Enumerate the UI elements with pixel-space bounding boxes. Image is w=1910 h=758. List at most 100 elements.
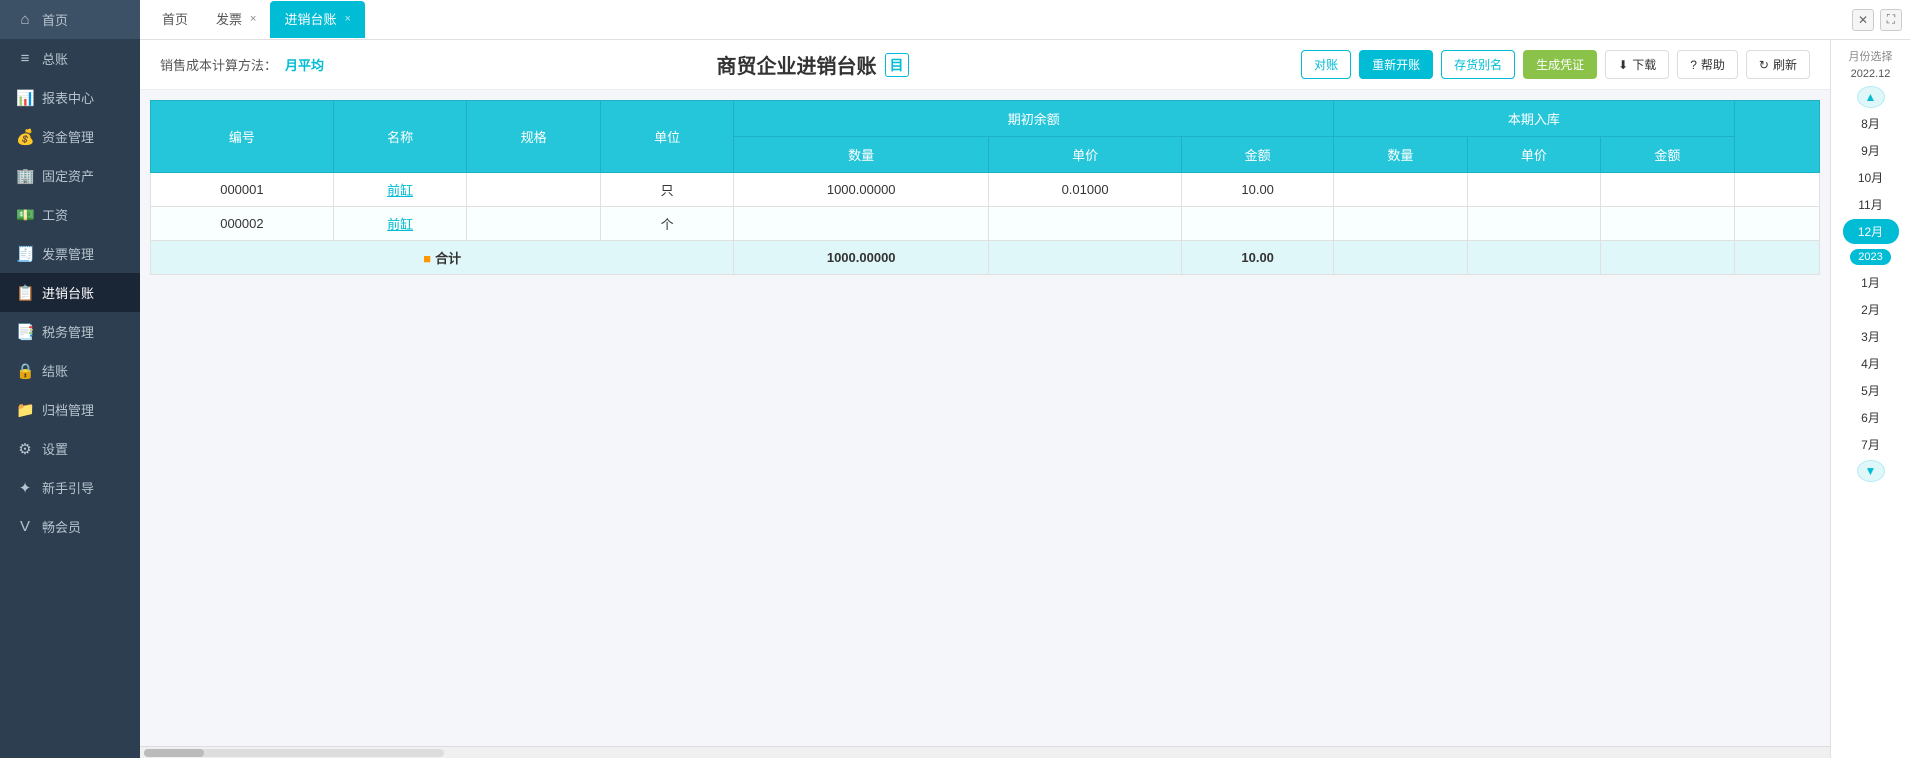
- tab-bar: 首页 发票 × 进销台账 × ✕ ⛶: [140, 0, 1910, 40]
- sidebar-item-label: 新手引导: [42, 478, 94, 497]
- funds-icon: 💰: [16, 128, 34, 146]
- reopen-button[interactable]: 重新开账: [1359, 50, 1433, 79]
- closing-icon: 🔒: [16, 362, 34, 380]
- sidebar: ⌂ 首页 ≡ 总账 📊 报表中心 💰 资金管理 🏢 固定资产 💵 工资 🧾 发票…: [0, 0, 140, 758]
- year-badge-2023: 2023: [1850, 249, 1890, 265]
- total-inbound-price: [1467, 241, 1601, 275]
- month-nav-up[interactable]: ▲: [1857, 86, 1885, 108]
- sidebar-item-funds[interactable]: 💰 资金管理: [0, 117, 140, 156]
- refresh-label: 刷新: [1773, 56, 1797, 73]
- tab-home-label: 首页: [162, 9, 188, 28]
- month-item-5[interactable]: 5月: [1843, 378, 1899, 403]
- archive-icon: 📁: [16, 401, 34, 419]
- toolbar-right: 对账 重新开账 存货别名 生成凭证 ⬇ 下载 ? 帮助 ↻ 刷新: [1301, 50, 1810, 79]
- save-alias-button[interactable]: 存货别名: [1441, 50, 1515, 79]
- content-area: 销售成本计算方法： 月平均 商贸企业进销台账 目 对账 重新开账 存货别名 生成…: [140, 40, 1910, 758]
- tab-purchase-sale[interactable]: 进销台账 ×: [270, 1, 364, 38]
- sidebar-item-vip[interactable]: V 畅会员: [0, 507, 140, 546]
- sidebar-item-settings[interactable]: ⚙ 设置: [0, 429, 140, 468]
- cell-spec: [467, 207, 601, 241]
- sidebar-item-home[interactable]: ⌂ 首页: [0, 0, 140, 39]
- cell-inbound-amount: [1601, 173, 1735, 207]
- cell-unit: 个: [600, 207, 734, 241]
- reconcile-button[interactable]: 对账: [1301, 50, 1351, 79]
- tab-home[interactable]: 首页: [148, 1, 202, 38]
- scrollbar-thumb[interactable]: [144, 749, 204, 757]
- table-row[interactable]: 000002 前缸 个: [151, 207, 1820, 241]
- month-panel-title: 月份选择: [1849, 48, 1893, 64]
- sidebar-item-ledger[interactable]: ≡ 总账: [0, 39, 140, 78]
- month-item-9[interactable]: 9月: [1843, 138, 1899, 163]
- toolbar: 销售成本计算方法： 月平均 商贸企业进销台账 目 对账 重新开账 存货别名 生成…: [140, 40, 1830, 90]
- refresh-button[interactable]: ↻ 刷新: [1746, 50, 1810, 79]
- cell-opening-price: 0.01000: [989, 173, 1182, 207]
- scrollbar-track: [144, 749, 444, 757]
- help-icon: ?: [1690, 58, 1697, 72]
- total-opening-price: [989, 241, 1182, 275]
- month-item-8[interactable]: 8月: [1843, 111, 1899, 136]
- toolbar-left: 销售成本计算方法： 月平均: [160, 55, 324, 74]
- window-maximize-button[interactable]: ⛶: [1880, 9, 1902, 31]
- tab-invoice-close[interactable]: ×: [250, 13, 256, 25]
- title-icon-btn[interactable]: 目: [885, 53, 909, 77]
- sidebar-item-archive[interactable]: 📁 归档管理: [0, 390, 140, 429]
- month-item-11[interactable]: 11月: [1843, 192, 1899, 217]
- sidebar-item-invoice[interactable]: 🧾 发票管理: [0, 234, 140, 273]
- sidebar-item-payroll[interactable]: 💵 工资: [0, 195, 140, 234]
- sidebar-item-label: 畅会员: [42, 517, 81, 536]
- col-inbound-price: 单价: [1467, 137, 1601, 173]
- sidebar-item-reports[interactable]: 📊 报表中心: [0, 78, 140, 117]
- cell-name: 前缸: [333, 207, 467, 241]
- sidebar-item-label: 固定资产: [42, 166, 94, 185]
- month-item-3[interactable]: 3月: [1843, 324, 1899, 349]
- invoice-icon: 🧾: [16, 245, 34, 263]
- cell-inbound-qty: [1334, 173, 1468, 207]
- sidebar-item-tax[interactable]: 📑 税务管理: [0, 312, 140, 351]
- month-item-1[interactable]: 1月: [1843, 270, 1899, 295]
- cell-opening-price: [989, 207, 1182, 241]
- col-inbound-amount: 金额: [1601, 137, 1735, 173]
- horizontal-scrollbar[interactable]: [140, 746, 1830, 758]
- cell-extra: [1734, 173, 1819, 207]
- cell-inbound-qty: [1334, 207, 1468, 241]
- sidebar-item-label: 报表中心: [42, 88, 94, 107]
- month-item-2[interactable]: 2月: [1843, 297, 1899, 322]
- month-nav-down[interactable]: ▼: [1857, 460, 1885, 482]
- sidebar-item-purchase-sale[interactable]: 📋 进销台账: [0, 273, 140, 312]
- total-opening-qty: 1000.00000: [734, 241, 989, 275]
- sidebar-item-label: 资金管理: [42, 127, 94, 146]
- download-icon: ⬇: [1618, 58, 1628, 72]
- month-item-4[interactable]: 4月: [1843, 351, 1899, 376]
- window-close-button[interactable]: ✕: [1852, 9, 1874, 31]
- tab-purchase-sale-close[interactable]: ×: [344, 13, 350, 25]
- table-row[interactable]: 000001 前缸 只 1000.00000 0.01000 10.00: [151, 173, 1820, 207]
- col-name: 名称: [333, 101, 467, 173]
- month-item-6[interactable]: 6月: [1843, 405, 1899, 430]
- purchase-sale-icon: 📋: [16, 284, 34, 302]
- sidebar-item-label: 设置: [42, 439, 68, 458]
- cost-method-value: 月平均: [285, 55, 324, 74]
- sidebar-item-closing[interactable]: 🔒 结账: [0, 351, 140, 390]
- tab-invoice[interactable]: 发票 ×: [202, 1, 270, 38]
- home-icon: ⌂: [16, 11, 34, 28]
- sidebar-item-label: 发票管理: [42, 244, 94, 263]
- download-button[interactable]: ⬇ 下载: [1605, 50, 1669, 79]
- cell-unit: 只: [600, 173, 734, 207]
- col-unit: 单位: [600, 101, 734, 173]
- cost-method-label: 销售成本计算方法：: [160, 55, 277, 74]
- col-group-inbound: 本期入库: [1334, 101, 1735, 137]
- cell-opening-amount: 10.00: [1182, 173, 1334, 207]
- month-item-7[interactable]: 7月: [1843, 432, 1899, 457]
- month-item-10[interactable]: 10月: [1843, 165, 1899, 190]
- sidebar-item-label: 归档管理: [42, 400, 94, 419]
- settings-icon: ⚙: [16, 440, 34, 458]
- month-item-12[interactable]: 12月: [1843, 219, 1899, 244]
- tab-invoice-label: 发票: [216, 9, 242, 28]
- reports-icon: 📊: [16, 89, 34, 107]
- sidebar-item-assets[interactable]: 🏢 固定资产: [0, 156, 140, 195]
- help-button[interactable]: ? 帮助: [1677, 50, 1738, 79]
- generate-voucher-button[interactable]: 生成凭证: [1523, 50, 1597, 79]
- window-controls: ✕ ⛶: [1852, 9, 1902, 31]
- sidebar-item-guide[interactable]: ✦ 新手引导: [0, 468, 140, 507]
- cell-inbound-price: [1467, 207, 1601, 241]
